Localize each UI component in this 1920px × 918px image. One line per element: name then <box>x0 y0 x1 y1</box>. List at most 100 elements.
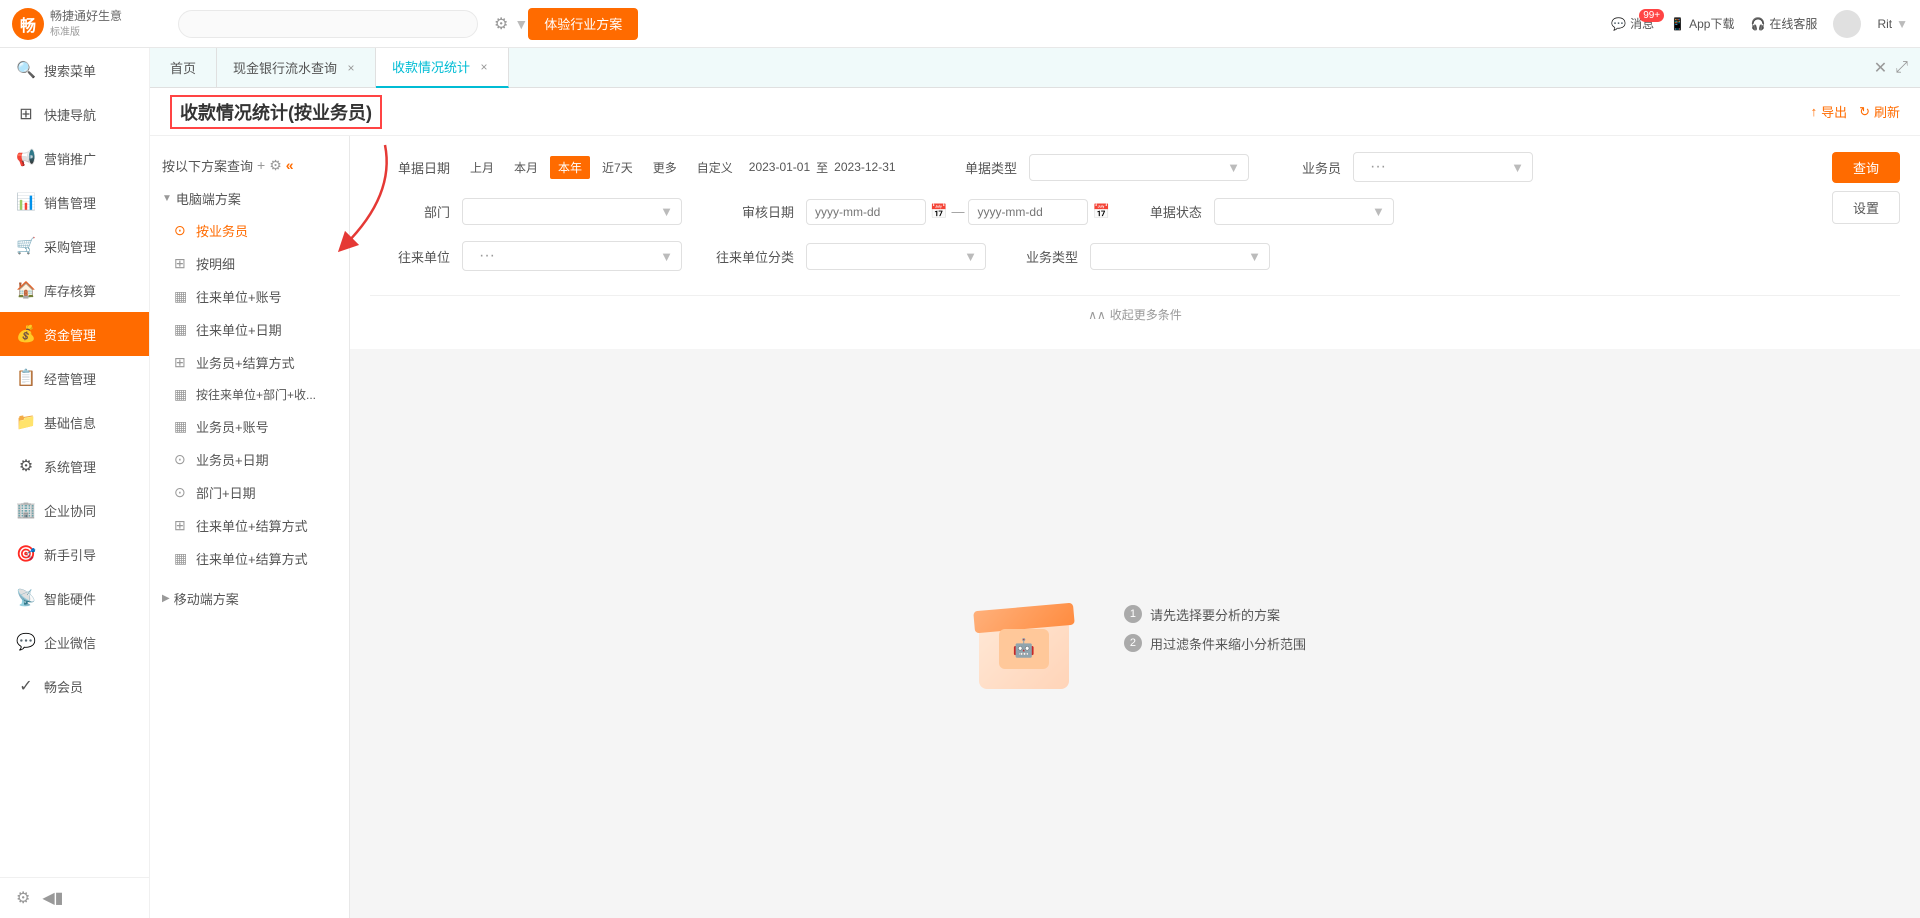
sidebar-item-wechat[interactable]: 💬 企业微信 <box>0 620 149 664</box>
app-download-item[interactable]: 📱 App下载 <box>1670 15 1734 32</box>
user-avatar[interactable] <box>1833 10 1861 38</box>
calendar-icon-from[interactable]: 📅 <box>930 203 947 220</box>
sidebar-item-sales[interactable]: 📊 销售管理 <box>0 180 149 224</box>
sidebar-item-label: 库存核算 <box>44 281 96 300</box>
date-tab-last-month[interactable]: 上月 <box>462 156 502 179</box>
user-name[interactable]: Rit ▼ <box>1877 17 1908 31</box>
settings-bottom-icon[interactable]: ⚙ <box>16 888 30 908</box>
query-area: 单据日期 上月 本月 本年 近7天 更多 自定义 <box>350 136 1920 349</box>
sidebar-item-enterprise[interactable]: 🏢 企业协同 <box>0 488 149 532</box>
date-tab-custom[interactable]: 自定义 <box>689 156 741 179</box>
tab-close-all-icon[interactable]: ✕ <box>1874 58 1887 78</box>
scheme-item-counterpart-account[interactable]: ▦ 往来单位+账号 <box>150 280 349 313</box>
audit-date-from[interactable] <box>806 199 926 225</box>
header-search[interactable] <box>178 10 478 38</box>
sidebar-item-quick-nav[interactable]: ⊞ 快捷导航 <box>0 92 149 136</box>
scheme-item-by-staff[interactable]: ⊙ 按业务员 <box>150 214 349 247</box>
sidebar-item-purchase[interactable]: 🛒 采购管理 <box>0 224 149 268</box>
collapse-sidebar-icon[interactable]: ◀▮ <box>42 888 63 908</box>
scheme-item-by-detail[interactable]: ⊞ 按明细 <box>150 247 349 280</box>
sidebar-item-label: 畅会员 <box>44 677 83 696</box>
scheme-item-counterpart-date[interactable]: ▦ 往来单位+日期 <box>150 313 349 346</box>
tab-bank-flow[interactable]: 现金银行流水查询 × <box>217 48 376 88</box>
dropdown-icon[interactable]: ▼ <box>514 16 528 32</box>
settings-button[interactable]: 设置 <box>1832 191 1900 224</box>
tab-bank-flow-close[interactable]: × <box>343 60 359 76</box>
tab-collection-stat[interactable]: 收款情况统计 × <box>376 48 509 88</box>
business-type-dropdown-icon: ▼ <box>1248 249 1261 264</box>
scheme-group-desktop-title[interactable]: ▼ 电脑端方案 <box>150 183 349 214</box>
scheme-item-staff-date[interactable]: ⊙ 业务员+日期 <box>150 443 349 476</box>
date-tab-this-month[interactable]: 本月 <box>506 156 546 179</box>
sidebar-item-member[interactable]: ✓ 畅会员 <box>0 664 149 708</box>
scheme-item-label: 按明细 <box>196 254 235 273</box>
staff-select[interactable]: ··· ▼ <box>1353 152 1533 182</box>
more-dots[interactable]: ··· <box>1370 158 1386 176</box>
scheme-item-counterpart-settlement2[interactable]: ▦ 往来单位+结算方式 <box>150 542 349 575</box>
settings-icon[interactable]: ⚙ <box>494 14 508 34</box>
counterpart-select[interactable]: ··· ▼ <box>462 241 682 271</box>
counterpart-more-dots[interactable]: ··· <box>479 247 495 265</box>
sidebar-item-label: 营销推广 <box>44 149 96 168</box>
sys-settings-icon: ⚙ <box>16 456 36 476</box>
scheme-group-mobile-title[interactable]: ▶ 移动端方案 <box>150 583 349 614</box>
step-num-2: 2 <box>1124 634 1142 652</box>
scheme-item-dept-date[interactable]: ⊙ 部门+日期 <box>150 476 349 509</box>
scheme-item-staff-account[interactable]: ▦ 业务员+账号 <box>150 410 349 443</box>
sidebar-item-basic-info[interactable]: 📁 基础信息 <box>0 400 149 444</box>
export-button[interactable]: ↑ 导出 <box>1811 102 1848 121</box>
audit-date-to[interactable] <box>968 199 1088 225</box>
finance-icon: 💰 <box>16 324 36 344</box>
scheme-settings-icon[interactable]: ⚙ <box>269 157 282 174</box>
sidebar-item-smart-hw[interactable]: 📡 智能硬件 <box>0 576 149 620</box>
date-tab-this-year[interactable]: 本年 <box>550 156 590 179</box>
scheme-panel-header: 按以下方案查询 + ⚙ « <box>150 148 349 183</box>
collapse-chevron-icon: ∧∧ <box>1088 308 1106 322</box>
online-service-item[interactable]: 🎧 在线客服 <box>1750 15 1817 32</box>
sidebar-item-operation[interactable]: 📋 经营管理 <box>0 356 149 400</box>
search-input[interactable] <box>178 10 478 38</box>
group-label: 电脑端方案 <box>176 189 241 208</box>
scheme-item-counterpart-settlement1[interactable]: ⊞ 往来单位+结算方式 <box>150 509 349 542</box>
sidebar-item-search-menu[interactable]: 🔍 搜索菜单 <box>0 48 149 92</box>
tab-collection-stat-close[interactable]: × <box>476 59 492 75</box>
query-button[interactable]: 查询 <box>1832 152 1900 183</box>
date-tab-more[interactable]: 更多 <box>645 156 685 179</box>
doc-type-select[interactable]: ▼ <box>1029 154 1249 181</box>
tab-expand-icon[interactable]: ⤢ <box>1895 59 1908 77</box>
sidebar-item-marketing[interactable]: 📢 营销推广 <box>0 136 149 180</box>
business-type-select[interactable]: ▼ <box>1090 243 1270 270</box>
calendar-icon-to[interactable]: 📅 <box>1092 203 1109 220</box>
tab-collection-stat-label: 收款情况统计 <box>392 57 470 76</box>
refresh-button[interactable]: ↻ 刷新 <box>1859 102 1900 121</box>
audit-date-label: 审核日期 <box>694 202 794 221</box>
messages-item[interactable]: 💬 消息 99+ <box>1611 15 1654 32</box>
dept-select[interactable]: ▼ <box>462 198 682 225</box>
filter-row-date: 单据日期 上月 本月 本年 近7天 更多 自定义 <box>370 152 1816 182</box>
enterprise-icon: 🏢 <box>16 500 36 520</box>
sidebar-item-finance[interactable]: 💰 资金管理 <box>0 312 149 356</box>
inventory-icon: 🏠 <box>16 280 36 300</box>
export-icon: ↑ <box>1811 104 1818 119</box>
step-2-label: 用过滤条件来缩小分析范围 <box>1150 634 1306 653</box>
scheme-button[interactable]: 体验行业方案 <box>528 8 638 40</box>
sidebar-item-inventory[interactable]: 🏠 库存核算 <box>0 268 149 312</box>
smart-hw-icon: 📡 <box>16 588 36 608</box>
user-dropdown-icon: ▼ <box>1896 17 1908 31</box>
main-content: 首页 现金银行流水查询 × 收款情况统计 × ✕ ⤢ 收款情况统计(按业务员) … <box>150 48 1920 918</box>
date-tab-last7[interactable]: 近7天 <box>594 156 641 179</box>
doc-status-select[interactable]: ▼ <box>1214 198 1394 225</box>
wechat-icon: 💬 <box>16 632 36 652</box>
sidebar-item-new-guide[interactable]: 🎯 新手引导 <box>0 532 149 576</box>
doc-type-dropdown-icon: ▼ <box>1227 160 1240 175</box>
tab-home[interactable]: 首页 <box>150 48 217 88</box>
scheme-collapse-icon[interactable]: « <box>286 157 294 174</box>
counterpart-category-select[interactable]: ▼ <box>806 243 986 270</box>
scheme-item-staff-settlement[interactable]: ⊞ 业务员+结算方式 <box>150 346 349 379</box>
date-range: 2023-01-01 至 2023-12-31 <box>749 159 896 176</box>
collapse-bar[interactable]: ∧∧ 收起更多条件 <box>370 295 1900 333</box>
sidebar-item-sys-settings[interactable]: ⚙ 系统管理 <box>0 444 149 488</box>
scheme-add-icon[interactable]: + <box>257 157 265 174</box>
scheme-item-counterpart-dept[interactable]: ▦ 按往来单位+部门+收... <box>150 379 349 410</box>
download-icon: 📱 <box>1670 17 1685 31</box>
